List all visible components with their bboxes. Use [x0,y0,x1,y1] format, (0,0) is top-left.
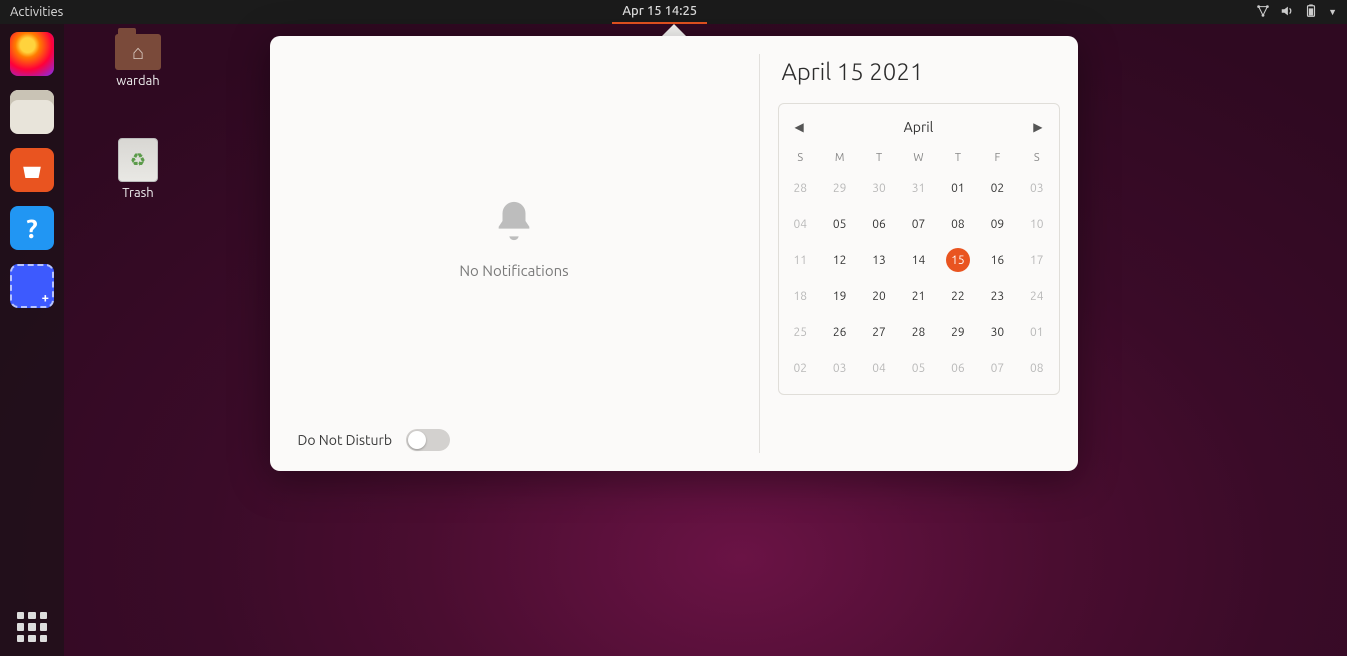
calendar-next-button[interactable]: ▶ [1029,116,1046,138]
calendar-day[interactable]: 31 [899,170,938,206]
trash-icon [118,138,158,182]
activities-button[interactable]: Activities [0,5,73,19]
calendar-day[interactable]: 02 [781,350,820,386]
dock: ? [0,24,64,656]
desktop-home-folder[interactable]: wardah [98,34,178,88]
desktop-icon-label: wardah [98,74,178,88]
calendar-day[interactable]: 30 [859,170,898,206]
calendar-day[interactable]: 23 [978,278,1017,314]
calendar-day[interactable]: 04 [781,206,820,242]
dock-app-software[interactable] [10,148,54,192]
no-notifications-label: No Notifications [459,262,568,279]
dock-app-files[interactable] [10,90,54,134]
calendar-day[interactable]: 10 [1017,206,1056,242]
calendar-day[interactable]: 29 [938,314,977,350]
calendar-day[interactable]: 28 [781,170,820,206]
calendar-day[interactable]: 03 [1017,170,1056,206]
calendar-day[interactable]: 07 [978,350,1017,386]
calendar-dow: M [820,146,859,170]
calendar-day[interactable]: 05 [899,350,938,386]
calendar-grid: SMTWTFS282930310102030405060708091011121… [781,146,1057,386]
calendar-day[interactable]: 17 [1017,242,1056,278]
dnd-label: Do Not Disturb [298,432,393,448]
calendar-day[interactable]: 22 [938,278,977,314]
calendar-dow: T [938,146,977,170]
calendar-day[interactable]: 21 [899,278,938,314]
calendar-widget: ◀ April ▶ SMTWTFS28293031010203040506070… [778,103,1060,395]
clock-button[interactable]: Apr 15 14:25 [612,0,707,24]
desktop-trash[interactable]: Trash [98,138,178,200]
calendar-day[interactable]: 07 [899,206,938,242]
calendar-dow: T [859,146,898,170]
dock-app-help[interactable]: ? [10,206,54,250]
dnd-switch[interactable] [406,429,450,451]
network-icon [1256,4,1270,21]
calendar-day[interactable]: 24 [1017,278,1056,314]
system-tray[interactable]: ▼ [1246,4,1347,21]
calendar-day[interactable]: 06 [938,350,977,386]
notifications-pane: No Notifications Do Not Disturb [270,36,759,471]
calendar-day[interactable]: 05 [820,206,859,242]
calendar-day[interactable]: 13 [859,242,898,278]
desktop-icon-label: Trash [98,186,178,200]
calendar-day[interactable]: 09 [978,206,1017,242]
calendar-day[interactable]: 25 [781,314,820,350]
calendar-day[interactable]: 01 [938,170,977,206]
calendar-day[interactable]: 12 [820,242,859,278]
calendar-day[interactable]: 20 [859,278,898,314]
calendar-day[interactable]: 03 [820,350,859,386]
chevron-down-icon: ▼ [1328,7,1337,17]
show-applications-button[interactable] [17,612,47,642]
battery-icon [1304,4,1318,21]
calendar-day[interactable]: 14 [899,242,938,278]
calendar-day[interactable]: 28 [899,314,938,350]
calendar-day[interactable]: 18 [781,278,820,314]
calendar-day[interactable]: 30 [978,314,1017,350]
bell-icon [491,198,537,262]
folder-icon [115,34,161,70]
calendar-day[interactable]: 29 [820,170,859,206]
top-bar: Activities Apr 15 14:25 ▼ [0,0,1347,24]
calendar-month-label: April [904,119,934,135]
calendar-day[interactable]: 06 [859,206,898,242]
volume-icon [1280,4,1294,21]
calendar-day[interactable]: 01 [1017,314,1056,350]
calendar-day[interactable]: 02 [978,170,1017,206]
calendar-day[interactable]: 19 [820,278,859,314]
dock-app-screenshot[interactable] [10,264,54,308]
calendar-dow: S [781,146,820,170]
calendar-day[interactable]: 04 [859,350,898,386]
calendar-dow: S [1017,146,1056,170]
calendar-date-title: April 15 2021 [778,58,1060,85]
calendar-dow: F [978,146,1017,170]
calendar-day[interactable]: 08 [938,206,977,242]
calendar-day[interactable]: 16 [978,242,1017,278]
calendar-day[interactable]: 11 [781,242,820,278]
date-menu-popover: No Notifications Do Not Disturb April 15… [270,24,1078,471]
calendar-day[interactable]: 27 [859,314,898,350]
calendar-prev-button[interactable]: ◀ [791,116,808,138]
dock-app-firefox[interactable] [10,32,54,76]
calendar-day-today[interactable]: 15 [938,242,977,278]
calendar-day[interactable]: 26 [820,314,859,350]
calendar-pane: April 15 2021 ◀ April ▶ SMTWTFS282930310… [760,36,1078,471]
calendar-day[interactable]: 08 [1017,350,1056,386]
popover-arrow [662,24,686,36]
calendar-dow: W [899,146,938,170]
